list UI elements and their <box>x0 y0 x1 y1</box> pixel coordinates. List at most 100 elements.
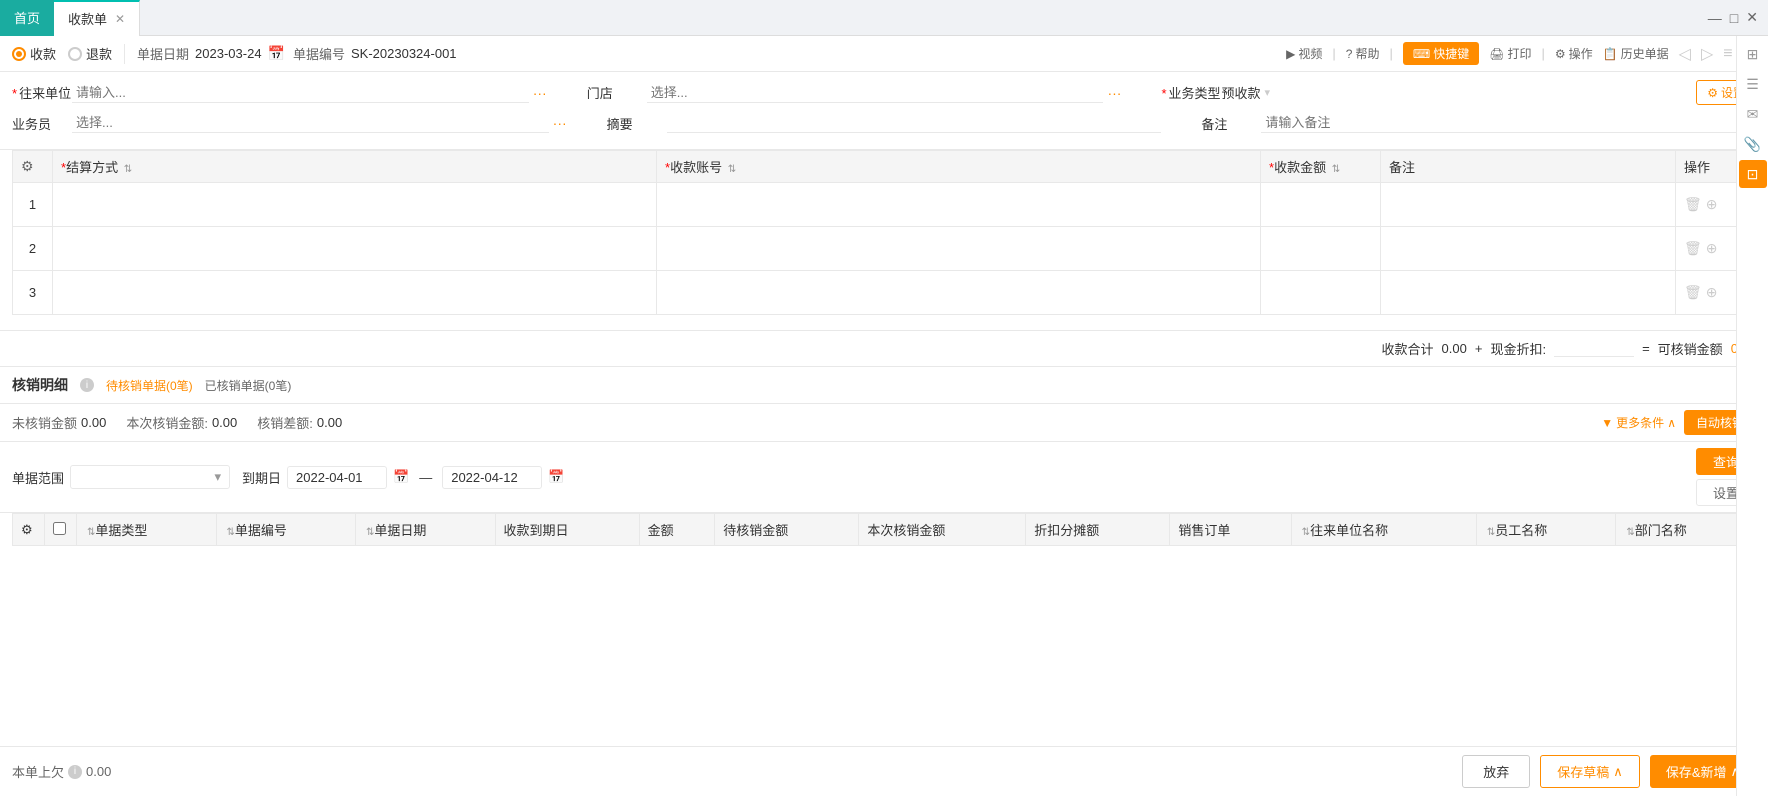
btcol-bill-type: ⇅单据类型 <box>77 514 217 546</box>
range-arrow-icon: ▾ <box>214 469 221 485</box>
due-date-label: 到期日 <box>242 468 281 487</box>
row-remark-1[interactable] <box>1381 183 1676 227</box>
row-account-1[interactable] <box>657 183 1261 227</box>
stats-row: 未核销金额 0.00 本次核销金额: 0.00 核销差额: 0.00 ▼ 更多条… <box>0 404 1768 442</box>
receipt-table: ⚙ *结算方式 ⇅ *收款账号 ⇅ *收款金额 ⇅ 备注 操作 <box>12 150 1756 315</box>
draft-arrow-icon: ∧ <box>1613 764 1623 780</box>
current-value: 0.00 <box>212 415 237 430</box>
radio-receipt[interactable]: 收款 <box>12 44 56 63</box>
abandon-button[interactable]: 放弃 <box>1462 755 1530 788</box>
print-link[interactable]: 🖨 打印 <box>1489 45 1531 62</box>
sidebar-clip-icon[interactable]: 📎 <box>1739 130 1767 158</box>
unverified-value: 0.00 <box>81 415 106 430</box>
form-row-1: 往来单位 ··· 门店 ··· 业务类型 预收款 ▾ ⚙ <box>12 80 1756 105</box>
divider-1 <box>124 44 125 64</box>
remark-input[interactable] <box>1261 113 1756 133</box>
btcol-staff: ⇅员工名称 <box>1476 514 1616 546</box>
row-amount-1[interactable] <box>1261 183 1381 227</box>
toolbar: 收款 退款 单据日期 2023-03-24 📅 单据编号 SK-20230324… <box>0 36 1768 72</box>
btcol-bill-date: ⇅单据日期 <box>356 514 496 546</box>
shop-more-btn[interactable]: ··· <box>1107 85 1121 101</box>
col-remark: 备注 <box>1381 151 1676 183</box>
copy-icon-3[interactable]: ⊕ <box>1706 284 1718 301</box>
select-all-checkbox[interactable] <box>53 522 66 535</box>
row-account-3[interactable] <box>657 271 1261 315</box>
delete-icon-1[interactable]: 🗑 <box>1684 196 1702 213</box>
sidebar-scan-icon[interactable]: ⊡ <box>1739 160 1767 188</box>
calendar-from-icon[interactable]: 📅 <box>393 469 409 485</box>
counterpart-more-btn[interactable]: ··· <box>533 85 547 101</box>
video-icon: ▶ <box>1286 47 1295 61</box>
btcol-checkbox <box>45 514 77 546</box>
sidebar-mail-icon[interactable]: ✉ <box>1739 100 1767 128</box>
col-amount: *收款金额 ⇅ <box>1261 151 1381 183</box>
biz-type-select[interactable]: 预收款 ▾ <box>1221 83 1270 102</box>
history-link[interactable]: 📋 历史单据 <box>1603 45 1669 62</box>
btcol-bill-no: ⇅单据编号 <box>216 514 356 546</box>
bill-no-field: 单据编号 SK-20230324-001 <box>293 44 457 63</box>
due-date-from-input[interactable] <box>287 466 387 489</box>
delete-icon-3[interactable]: 🗑 <box>1684 284 1702 301</box>
tab-close-icon[interactable]: ✕ <box>115 12 125 26</box>
unverified-label: 未核销金额 <box>12 413 77 432</box>
done-tab[interactable]: 已核销单据(0笔) <box>205 377 292 394</box>
biz-type-value: 预收款 <box>1221 83 1260 102</box>
due-date-to-input[interactable] <box>442 466 542 489</box>
footer-info-icon[interactable]: i <box>68 765 82 779</box>
sidebar-list-icon[interactable]: ☰ <box>1739 70 1767 98</box>
calendar-icon[interactable]: 📅 <box>268 45 285 62</box>
range-field: 单据范围 ▾ <box>12 465 230 489</box>
biz-type-field: 业务类型 预收款 ▾ <box>1161 83 1696 102</box>
row-amount-2[interactable] <box>1261 227 1381 271</box>
radio-refund[interactable]: 退款 <box>68 44 112 63</box>
range-select[interactable]: ▾ <box>70 465 230 489</box>
footer-buttons: 放弃 保存草稿 ∧ 保存&新增 ∧ <box>1462 755 1756 788</box>
row-settle-1[interactable] <box>53 183 657 227</box>
verify-title: 核销明细 <box>12 375 68 395</box>
actions-link[interactable]: ⚙ 操作 <box>1555 45 1593 62</box>
tab-receipt[interactable]: 收款单 ✕ <box>54 0 140 36</box>
diff-amount: 核销差额: 0.00 <box>257 413 342 432</box>
due-date-field: 到期日 📅 — 📅 <box>242 466 564 489</box>
close-button[interactable]: ✕ <box>1746 9 1758 26</box>
staff-more-btn[interactable]: ··· <box>553 115 567 131</box>
window-controls: — □ ✕ <box>1708 9 1768 26</box>
footer: 本单上欠 i 0.00 放弃 保存草稿 ∧ 保存&新增 ∧ <box>0 746 1768 796</box>
row-settle-3[interactable] <box>53 271 657 315</box>
help-link[interactable]: ? 帮助 <box>1346 45 1380 62</box>
calendar-to-icon[interactable]: 📅 <box>548 469 564 485</box>
video-link[interactable]: ▶ 视频 <box>1286 45 1322 62</box>
maximize-button[interactable]: □ <box>1730 10 1738 26</box>
table-gear-icon[interactable]: ⚙ <box>21 158 34 174</box>
col-settle-method: *结算方式 ⇅ <box>53 151 657 183</box>
row-amount-3[interactable] <box>1261 271 1381 315</box>
row-remark-2[interactable] <box>1381 227 1676 271</box>
verify-info-icon[interactable]: i <box>80 378 94 392</box>
pending-tab[interactable]: 待核销单据(0笔) <box>106 377 193 394</box>
verify-section-header: 核销明细 i 待核销单据(0笔) 已核销单据(0笔) <box>0 367 1768 404</box>
more-conditions-btn[interactable]: ▼ 更多条件 ∧ <box>1601 414 1676 431</box>
tab-home[interactable]: 首页 <box>0 0 54 36</box>
minimize-button[interactable]: — <box>1708 10 1722 26</box>
radio-receipt-dot <box>12 47 26 61</box>
row-settle-2[interactable] <box>53 227 657 271</box>
discount-input[interactable] <box>1554 341 1634 357</box>
table-row: 3 🗑 ⊕ <box>13 271 1756 315</box>
bill-date-value: 2023-03-24 <box>195 46 262 61</box>
date-range-separator: — <box>419 470 432 485</box>
row-remark-3[interactable] <box>1381 271 1676 315</box>
row-account-2[interactable] <box>657 227 1261 271</box>
copy-icon-2[interactable]: ⊕ <box>1706 240 1718 257</box>
delete-icon-2[interactable]: 🗑 <box>1684 240 1702 257</box>
abstract-input[interactable] <box>667 113 1162 133</box>
counterpart-input[interactable] <box>72 83 529 103</box>
save-draft-button[interactable]: 保存草稿 ∧ <box>1540 755 1640 788</box>
sidebar-table-icon[interactable]: ⊞ <box>1739 40 1767 68</box>
bottom-gear-icon[interactable]: ⚙ <box>21 522 33 537</box>
shortcut-button[interactable]: ⌨ 快捷键 <box>1403 42 1479 65</box>
data-table-wrap: ⚙ *结算方式 ⇅ *收款账号 ⇅ *收款金额 ⇅ 备注 操作 <box>0 150 1768 330</box>
shop-input[interactable] <box>647 83 1104 103</box>
table-row: 1 🗑 ⊕ <box>13 183 1756 227</box>
staff-input[interactable] <box>72 113 549 133</box>
copy-icon-1[interactable]: ⊕ <box>1706 196 1718 213</box>
